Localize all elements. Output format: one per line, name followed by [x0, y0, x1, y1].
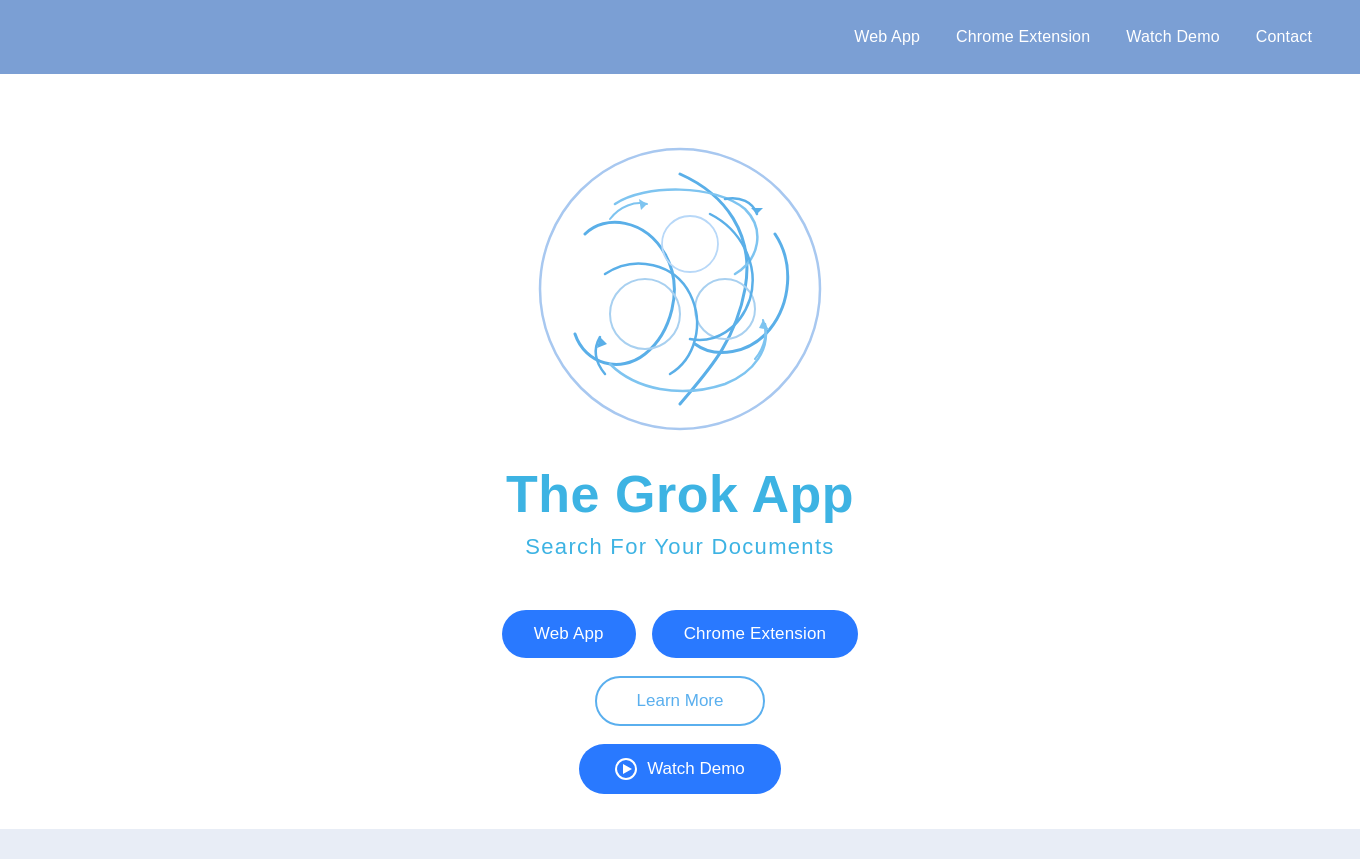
watch-demo-label: Watch Demo	[647, 759, 745, 779]
play-icon	[615, 758, 637, 780]
nav-link-web-app[interactable]: Web App	[854, 28, 920, 45]
primary-buttons-row: Web App Chrome Extension	[502, 610, 858, 658]
watch-demo-button[interactable]: Watch Demo	[579, 744, 781, 794]
logo-svg	[525, 134, 835, 444]
nav-item-chrome-extension[interactable]: Chrome Extension	[956, 28, 1090, 46]
chrome-extension-button[interactable]: Chrome Extension	[652, 610, 859, 658]
nav-links: Web App Chrome Extension Watch Demo Cont…	[854, 28, 1312, 46]
app-logo	[525, 134, 835, 444]
app-subtitle: Search For Your Documents	[525, 534, 834, 560]
footer-bar	[0, 829, 1360, 859]
nav-link-chrome-extension[interactable]: Chrome Extension	[956, 28, 1090, 45]
learn-more-button[interactable]: Learn More	[595, 676, 766, 726]
web-app-button[interactable]: Web App	[502, 610, 636, 658]
play-triangle	[623, 764, 632, 774]
svg-point-0	[540, 149, 820, 429]
nav-link-watch-demo[interactable]: Watch Demo	[1126, 28, 1219, 45]
app-title: The Grok App	[506, 464, 854, 524]
nav-link-contact[interactable]: Contact	[1256, 28, 1312, 45]
navbar: Web App Chrome Extension Watch Demo Cont…	[0, 0, 1360, 74]
svg-marker-6	[639, 199, 647, 210]
svg-point-3	[662, 216, 718, 272]
main-content: The Grok App Search For Your Documents W…	[0, 74, 1360, 854]
nav-item-web-app[interactable]: Web App	[854, 28, 920, 46]
nav-item-watch-demo[interactable]: Watch Demo	[1126, 28, 1219, 46]
nav-item-contact[interactable]: Contact	[1256, 28, 1312, 46]
svg-marker-4	[751, 208, 763, 214]
